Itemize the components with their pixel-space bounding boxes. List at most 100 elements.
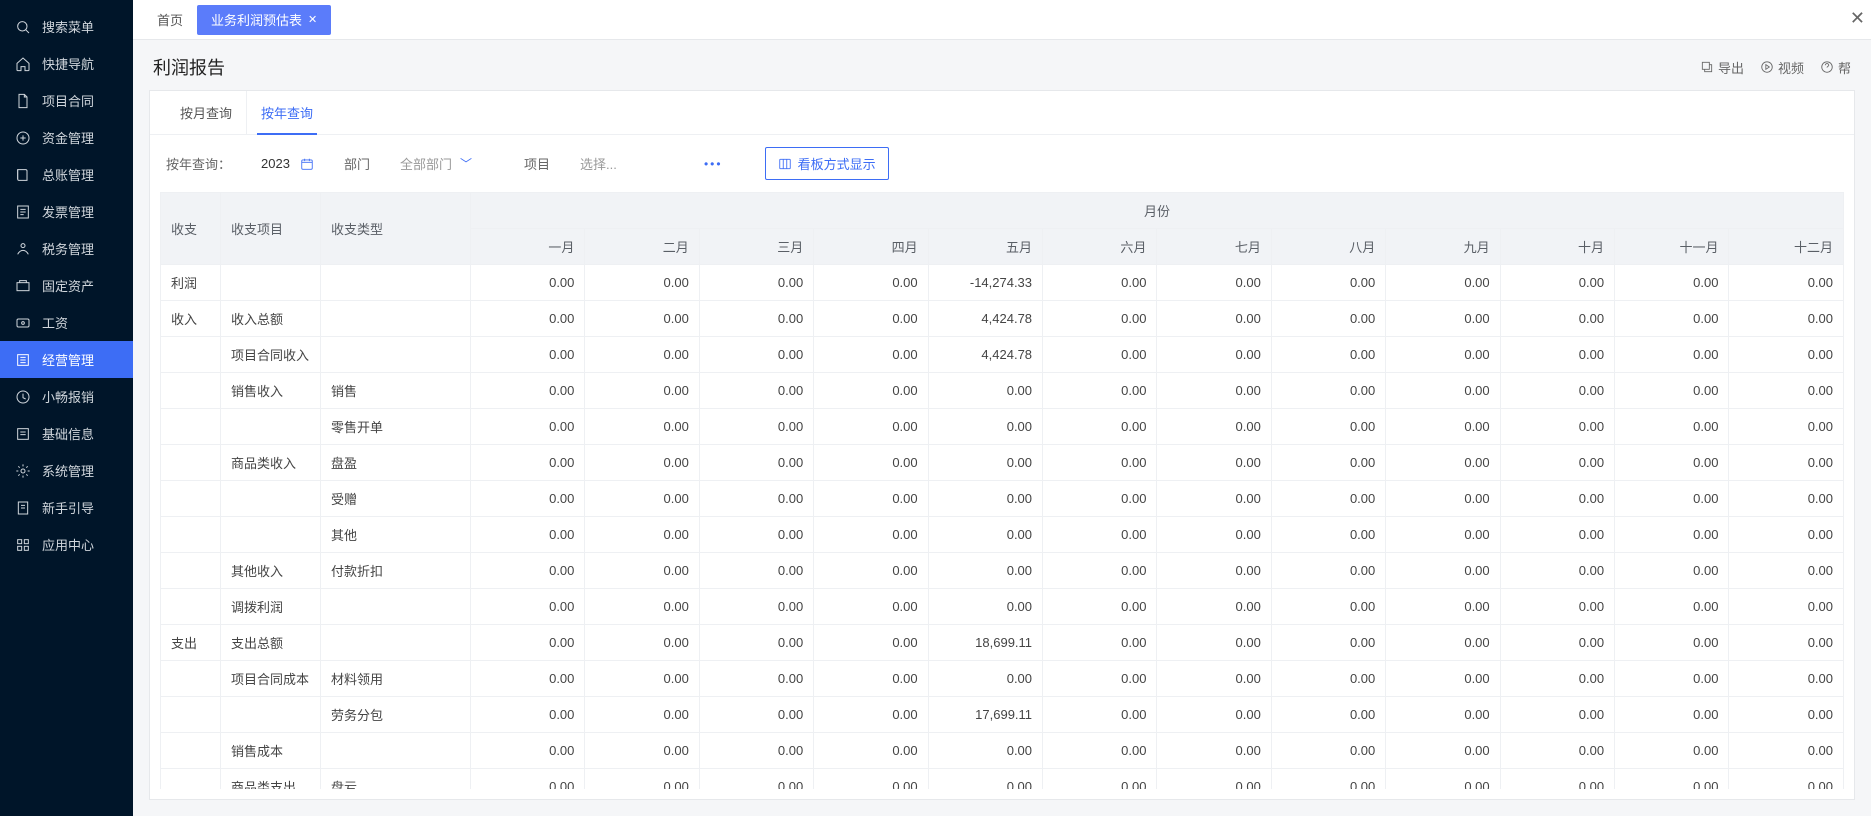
cell-label-2: 材料领用 bbox=[321, 661, 471, 697]
cell-value: 0.00 bbox=[699, 265, 813, 301]
sidebar-item-9[interactable]: 经营管理 bbox=[0, 341, 133, 378]
calendar-icon bbox=[300, 157, 314, 171]
cell-value: 0.00 bbox=[1271, 445, 1385, 481]
sidebar-item-12[interactable]: 系统管理 bbox=[0, 452, 133, 489]
cell-value: 0.00 bbox=[1500, 265, 1614, 301]
table-scroll[interactable]: 收支 收支项目 收支类型 月份 一月二月三月四月五月六月七月八月九月十月十一月十… bbox=[160, 192, 1844, 789]
cell-value: 0.00 bbox=[814, 337, 928, 373]
video-action[interactable]: 视频 bbox=[1760, 58, 1804, 77]
cell-value: 0.00 bbox=[1500, 445, 1614, 481]
table-row: 项目合同收入0.000.000.000.004,424.780.000.000.… bbox=[161, 337, 1844, 373]
sidebar-item-4[interactable]: 总账管理 bbox=[0, 156, 133, 193]
cell-value: 0.00 bbox=[585, 373, 699, 409]
table-row: 销售成本0.000.000.000.000.000.000.000.000.00… bbox=[161, 733, 1844, 769]
cell-value: 0.00 bbox=[1043, 769, 1157, 790]
sidebar-item-1[interactable]: 快捷导航 bbox=[0, 45, 133, 82]
cell-label-1 bbox=[221, 517, 321, 553]
cell-value: 18,699.11 bbox=[928, 625, 1042, 661]
cell-value: 0.00 bbox=[928, 661, 1042, 697]
cell-value: 0.00 bbox=[1729, 445, 1844, 481]
tab-active[interactable]: 业务利润预估表 ✕ bbox=[197, 5, 331, 35]
cell-value: 0.00 bbox=[1271, 373, 1385, 409]
cell-value: 0.00 bbox=[699, 517, 813, 553]
dept-placeholder: 全部部门 bbox=[400, 154, 452, 173]
cell-value: 0.00 bbox=[928, 733, 1042, 769]
kanban-button[interactable]: 看板方式显示 bbox=[765, 147, 889, 180]
cell-value: 0.00 bbox=[814, 265, 928, 301]
sidebar-item-14[interactable]: 应用中心 bbox=[0, 526, 133, 563]
cell-value: 0.00 bbox=[814, 445, 928, 481]
filter-bar: 按年查询： 2023 部门 全部部门 ﹀ 项目 选择... ••• 看板方式 bbox=[150, 135, 1854, 192]
cell-label-2: 受赠 bbox=[321, 481, 471, 517]
th-month-8: 八月 bbox=[1271, 229, 1385, 265]
project-select[interactable]: 选择... bbox=[572, 148, 682, 179]
cell-label-0: 收入 bbox=[161, 301, 221, 337]
subtabs: 按月查询 按年查询 bbox=[150, 91, 1854, 135]
cell-label-1: 项目合同成本 bbox=[221, 661, 321, 697]
cell-label-1 bbox=[221, 265, 321, 301]
cell-value: 0.00 bbox=[1043, 373, 1157, 409]
sidebar-item-5[interactable]: 发票管理 bbox=[0, 193, 133, 230]
cell-value: 0.00 bbox=[1157, 733, 1271, 769]
cell-value: 0.00 bbox=[1157, 697, 1271, 733]
table-row: 商品类收入盘盈0.000.000.000.000.000.000.000.000… bbox=[161, 445, 1844, 481]
cell-value: 0.00 bbox=[814, 373, 928, 409]
sidebar-item-6[interactable]: 税务管理 bbox=[0, 230, 133, 267]
sidebar-item-10[interactable]: 小畅报销 bbox=[0, 378, 133, 415]
cell-value: 0.00 bbox=[814, 697, 928, 733]
th-month-6: 六月 bbox=[1043, 229, 1157, 265]
cell-value: 0.00 bbox=[1615, 445, 1729, 481]
cell-value: 0.00 bbox=[471, 697, 585, 733]
export-action[interactable]: 导出 bbox=[1700, 58, 1744, 77]
cell-label-2: 盘亏 bbox=[321, 769, 471, 790]
page-header: 利润报告 导出 视频 帮 bbox=[133, 40, 1871, 90]
cell-value: 0.00 bbox=[1386, 301, 1500, 337]
sidebar-item-8[interactable]: 工资 bbox=[0, 304, 133, 341]
cell-label-2 bbox=[321, 301, 471, 337]
cell-value: 0.00 bbox=[585, 445, 699, 481]
cell-label-1: 其他收入 bbox=[221, 553, 321, 589]
sidebar-item-7[interactable]: 固定资产 bbox=[0, 267, 133, 304]
th-month-10: 十月 bbox=[1500, 229, 1614, 265]
sidebar-item-label: 税务管理 bbox=[42, 239, 94, 258]
table-row: 劳务分包0.000.000.000.0017,699.110.000.000.0… bbox=[161, 697, 1844, 733]
close-icon[interactable]: ✕ bbox=[308, 13, 317, 26]
subtab-year[interactable]: 按年查询 bbox=[246, 91, 327, 134]
cell-value: 0.00 bbox=[1157, 409, 1271, 445]
cell-value: 0.00 bbox=[699, 733, 813, 769]
manage-icon bbox=[14, 351, 32, 369]
sidebar-item-11[interactable]: 基础信息 bbox=[0, 415, 133, 452]
cell-value: 0.00 bbox=[585, 337, 699, 373]
sidebar-item-13[interactable]: 新手引导 bbox=[0, 489, 133, 526]
tabs-close-all-icon[interactable]: ✕ bbox=[1850, 8, 1865, 29]
cell-value: 0.00 bbox=[471, 589, 585, 625]
cell-value: 0.00 bbox=[1386, 445, 1500, 481]
cell-value: 0.00 bbox=[585, 409, 699, 445]
cell-value: 0.00 bbox=[1729, 625, 1844, 661]
cell-value: 0.00 bbox=[1386, 661, 1500, 697]
cell-value: 0.00 bbox=[585, 661, 699, 697]
tab-home[interactable]: 首页 bbox=[143, 5, 197, 35]
sidebar-item-0[interactable]: 搜索菜单 bbox=[0, 8, 133, 45]
cell-value: 0.00 bbox=[1729, 265, 1844, 301]
sidebar-item-label: 总账管理 bbox=[42, 165, 94, 184]
cell-label-1: 销售成本 bbox=[221, 733, 321, 769]
cell-value: 0.00 bbox=[1615, 481, 1729, 517]
sidebar-item-3[interactable]: 资金管理 bbox=[0, 119, 133, 156]
th-month-1: 一月 bbox=[471, 229, 585, 265]
cell-value: 0.00 bbox=[1615, 409, 1729, 445]
cell-value: 0.00 bbox=[1271, 589, 1385, 625]
project-more-icon[interactable]: ••• bbox=[704, 157, 723, 171]
dept-select[interactable]: 全部部门 ﹀ bbox=[392, 148, 502, 179]
sidebar-item-label: 基础信息 bbox=[42, 424, 94, 443]
cell-value: 0.00 bbox=[1271, 661, 1385, 697]
cell-value: 0.00 bbox=[471, 265, 585, 301]
subtab-month[interactable]: 按月查询 bbox=[166, 91, 246, 134]
cell-value: 0.00 bbox=[1386, 769, 1500, 790]
help-action[interactable]: 帮 bbox=[1820, 58, 1851, 77]
sidebar-item-2[interactable]: 项目合同 bbox=[0, 82, 133, 119]
cell-value: 0.00 bbox=[1615, 553, 1729, 589]
year-picker[interactable]: 2023 bbox=[253, 152, 322, 175]
cell-value: 0.00 bbox=[1615, 337, 1729, 373]
tabs-bar: 首页 业务利润预估表 ✕ ✕ bbox=[133, 0, 1871, 40]
